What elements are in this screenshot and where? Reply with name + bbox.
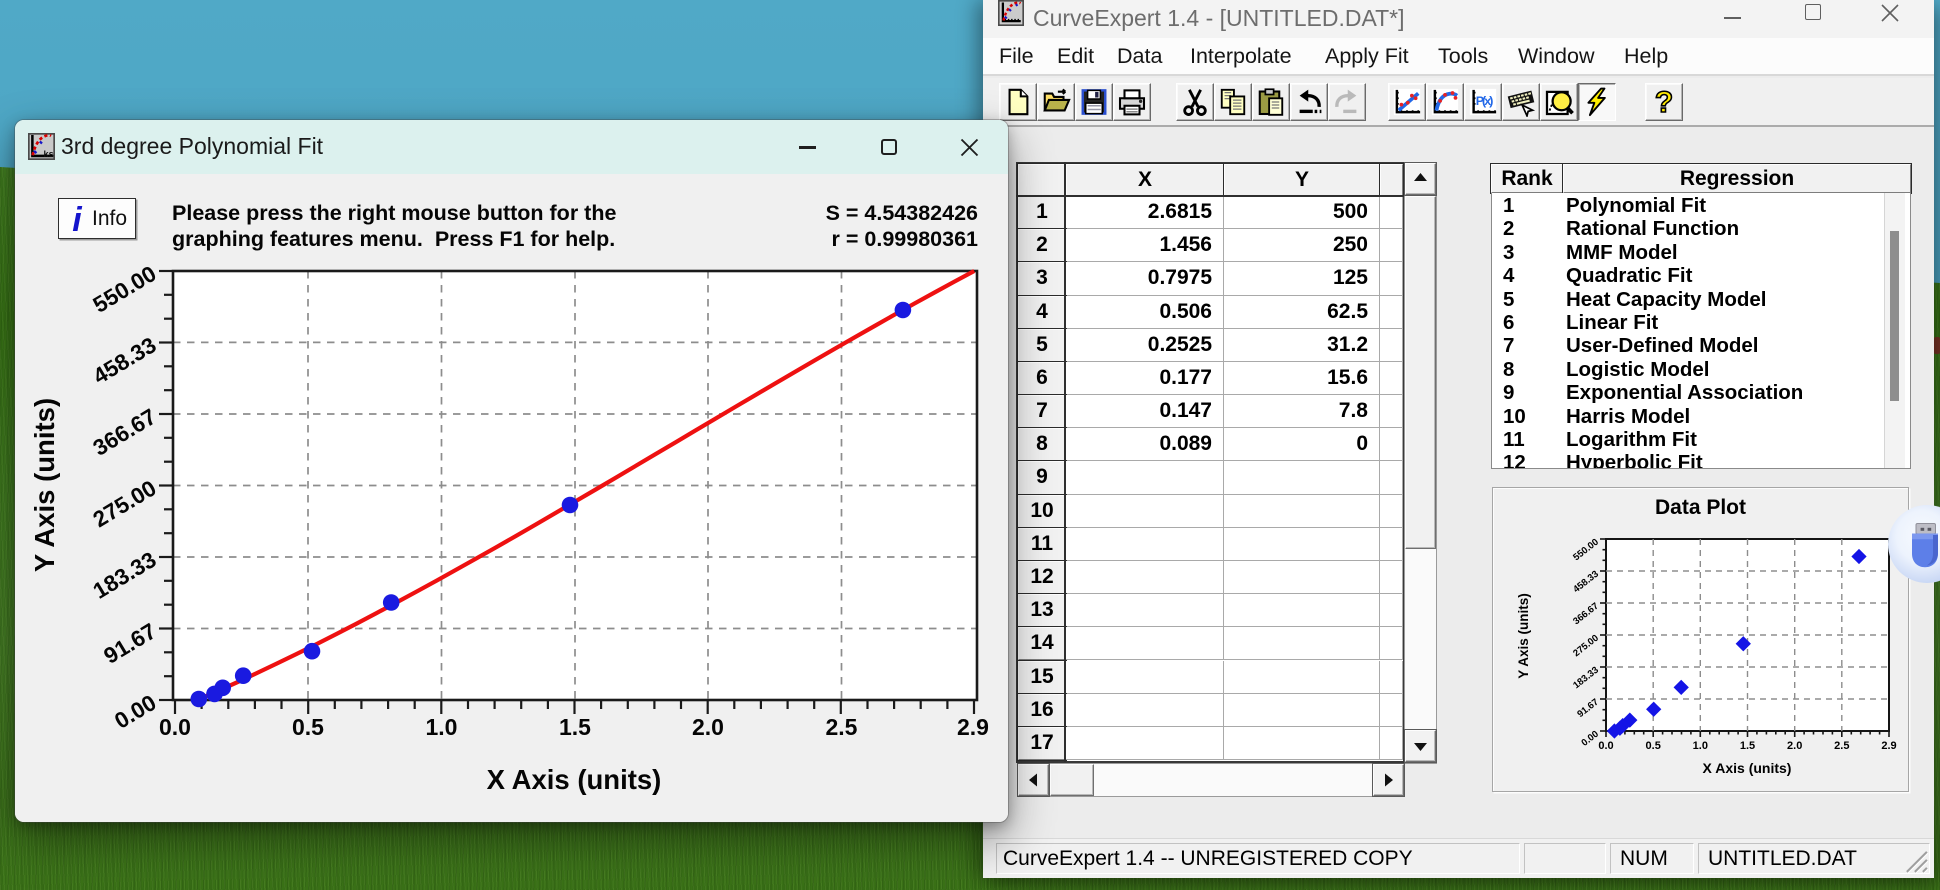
svg-text:0.5: 0.5 (1646, 740, 1661, 752)
svg-text:2.0: 2.0 (692, 714, 724, 740)
svg-text:P(x): P(x) (1476, 94, 1494, 108)
svg-text:366.67: 366.67 (1571, 601, 1601, 628)
svg-text:1.5: 1.5 (559, 714, 591, 740)
svg-text:?: ? (1655, 87, 1673, 117)
svg-text:1.5: 1.5 (1740, 740, 1755, 752)
svg-text:91.67: 91.67 (99, 618, 160, 668)
svg-text:1.0: 1.0 (426, 714, 458, 740)
svg-text:2.5: 2.5 (1834, 740, 1849, 752)
svg-text:2.5: 2.5 (826, 714, 858, 740)
svg-text:366.67: 366.67 (89, 404, 161, 461)
svg-text:0.00: 0.00 (110, 690, 160, 734)
svg-text:91.67: 91.67 (1575, 697, 1601, 720)
svg-text:1.0: 1.0 (1693, 740, 1708, 752)
svg-text:275.00: 275.00 (89, 475, 161, 532)
svg-text:458.33: 458.33 (89, 332, 161, 389)
svg-text:Y Axis (units): Y Axis (units) (29, 398, 60, 572)
svg-text:ks: ks (44, 149, 54, 159)
svg-text:2.9: 2.9 (957, 714, 989, 740)
svg-text:2.0: 2.0 (1787, 740, 1802, 752)
svg-text:275.00: 275.00 (1571, 633, 1601, 660)
svg-text:2.9: 2.9 (1881, 740, 1896, 752)
svg-text:0.0: 0.0 (159, 714, 191, 740)
svg-text:Y Axis (units): Y Axis (units) (1516, 593, 1531, 679)
svg-text:550.00: 550.00 (89, 261, 161, 318)
svg-text:0.5: 0.5 (292, 714, 324, 740)
svg-text:0.0: 0.0 (1598, 740, 1613, 752)
svg-text:183.33: 183.33 (89, 547, 161, 604)
svg-text:X Axis (units): X Axis (units) (1703, 760, 1792, 776)
svg-text:183.33: 183.33 (1571, 665, 1601, 692)
svg-text:X Axis (units): X Axis (units) (487, 764, 662, 795)
svg-text:550.00: 550.00 (1571, 537, 1601, 564)
svg-text:458.33: 458.33 (1571, 569, 1601, 596)
svg-text:i: i (72, 203, 83, 235)
